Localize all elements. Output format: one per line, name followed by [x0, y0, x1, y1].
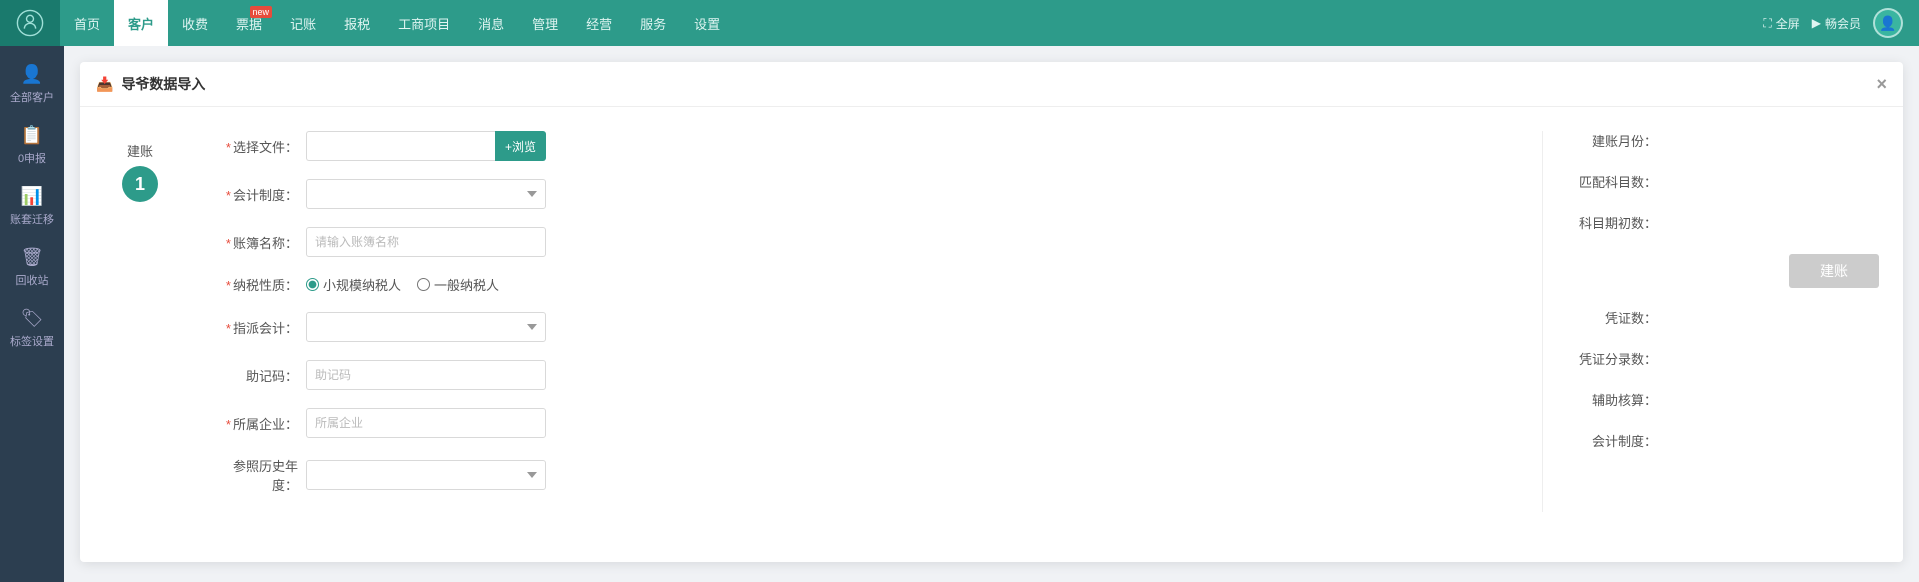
form-row-company: *所属企业：: [216, 408, 1526, 438]
accounting-system-select[interactable]: [306, 179, 546, 209]
right-panel: 建账月份： 匹配科目数： 科目期初数： 建账: [1543, 131, 1903, 512]
vip-icon: ▶: [1812, 16, 1821, 30]
import-icon: 📥: [96, 76, 113, 93]
form-row-history: 参照历史年度：: [216, 456, 1526, 494]
sidebar: 👤 全部客户 📋 0申报 📊 账套迁移 🗑 回收站 🏷 标签设置: [0, 46, 64, 582]
accountant-label: *指派会计：: [216, 318, 306, 337]
ledger-label: *账簿名称：: [216, 233, 306, 252]
nav-item-invoice[interactable]: 票据 new: [222, 0, 276, 46]
top-nav: 首页 客户 收费 票据 new 记账 报税 工商项目 消息 管理 经营 服务 设…: [0, 0, 1919, 46]
info-row-accounting-system: 会计制度：: [1567, 431, 1879, 450]
accounting-label: *会计制度：: [216, 185, 306, 204]
dialog-header-left: 📥 导爷数据导入: [96, 74, 205, 94]
main-layout: 👤 全部客户 📋 0申报 📊 账套迁移 🗑 回收站 🏷 标签设置 📥: [0, 46, 1919, 582]
file-input-group: +浏览: [306, 131, 546, 161]
nav-item-settings[interactable]: 设置: [680, 0, 734, 46]
step-circle: 1: [122, 166, 158, 202]
nav-item-tax[interactable]: 报税: [330, 0, 384, 46]
info-row-subjects: 匹配科目数：: [1567, 172, 1879, 191]
form-row-file: *选择文件： +浏览: [216, 131, 1526, 161]
dialog-title: 导爷数据导入: [121, 74, 205, 94]
build-btn-wrapper: 建账: [1567, 254, 1879, 288]
info-row-initial: 科目期初数：: [1567, 213, 1879, 232]
nav-right: ⛶ 全屏 ▶ 畅会员 👤: [1763, 8, 1919, 38]
new-badge: new: [250, 6, 273, 18]
form-row-accountant: *指派会计：: [216, 312, 1526, 342]
file-label: *选择文件：: [216, 137, 306, 156]
radio-general-taxpayer[interactable]: 一般纳税人: [417, 275, 499, 294]
browse-button[interactable]: +浏览: [495, 131, 546, 161]
step-area: 建账 1: [80, 131, 200, 512]
nav-item-message[interactable]: 消息: [464, 0, 518, 46]
company-input[interactable]: [306, 408, 546, 438]
fullscreen-btn[interactable]: ⛶ 全屏: [1763, 15, 1799, 32]
step-label: 建账: [127, 141, 153, 160]
tax-label: *纳税性质：: [216, 275, 306, 294]
info-row-voucher-entries: 凭证分录数：: [1567, 349, 1879, 368]
dialog-body: 建账 1 *选择文件： +浏览: [80, 107, 1903, 536]
nav-item-manage[interactable]: 管理: [518, 0, 572, 46]
info-row-month: 建账月份：: [1567, 131, 1879, 150]
content-area: 📥 导爷数据导入 × 建账 1 *选择文件：: [64, 46, 1919, 582]
avatar[interactable]: 👤: [1873, 8, 1903, 38]
form-area: *选择文件： +浏览 *会计制度：: [200, 131, 1543, 512]
sidebar-item-all-customers[interactable]: 👤 全部客户: [0, 54, 64, 115]
nav-item-ledger[interactable]: 记账: [276, 0, 330, 46]
sidebar-item-migrate[interactable]: 📊 账套迁移: [0, 176, 64, 237]
company-label: *所属企业：: [216, 414, 306, 433]
fullscreen-icon: ⛶: [1763, 16, 1771, 31]
nav-item-service[interactable]: 服务: [626, 0, 680, 46]
accountant-select[interactable]: [306, 312, 546, 342]
tag-icon: 🏷: [21, 308, 44, 329]
close-button[interactable]: ×: [1876, 75, 1887, 93]
dialog-panel: 📥 导爷数据导入 × 建账 1 *选择文件：: [80, 62, 1903, 562]
info-row-voucher: 凭证数：: [1567, 308, 1879, 327]
dialog-header: 📥 导爷数据导入 ×: [80, 62, 1903, 107]
nav-item-home[interactable]: 首页: [60, 0, 114, 46]
recycle-icon: 🗑: [21, 247, 44, 268]
customer-icon: 👤: [21, 64, 43, 85]
migrate-icon: 📊: [21, 186, 43, 207]
tax-radio-group: 小规模纳税人 一般纳税人: [306, 275, 1526, 294]
nav-item-customer[interactable]: 客户: [114, 0, 168, 46]
ledger-name-input[interactable]: [306, 227, 546, 257]
sidebar-item-zero-declare[interactable]: 📋 0申报: [0, 115, 64, 176]
nav-items: 首页 客户 收费 票据 new 记账 报税 工商项目 消息 管理 经营 服务 设…: [60, 0, 1763, 46]
nav-item-business[interactable]: 工商项目: [384, 0, 464, 46]
nav-item-operation[interactable]: 经营: [572, 0, 626, 46]
info-row-auxiliary: 辅助核算：: [1567, 390, 1879, 409]
form-row-ledger: *账簿名称：: [216, 227, 1526, 257]
nav-item-fee[interactable]: 收费: [168, 0, 222, 46]
memo-code-input[interactable]: [306, 360, 546, 390]
vip-btn[interactable]: ▶ 畅会员: [1812, 15, 1861, 32]
memo-label: 助记码：: [216, 366, 306, 385]
radio-small-taxpayer[interactable]: 小规模纳税人: [306, 275, 401, 294]
declare-icon: 📋: [21, 125, 43, 146]
build-account-button[interactable]: 建账: [1789, 254, 1879, 288]
file-input[interactable]: [306, 131, 495, 161]
form-row-memo: 助记码：: [216, 360, 1526, 390]
info-section: 建账月份： 匹配科目数： 科目期初数： 建账: [1567, 131, 1879, 512]
history-label: 参照历史年度：: [216, 456, 306, 494]
form-row-tax: *纳税性质： 小规模纳税人 一般纳税人: [216, 275, 1526, 294]
history-year-select[interactable]: [306, 460, 546, 490]
sidebar-item-tags[interactable]: 🏷 标签设置: [0, 298, 64, 359]
sidebar-item-recycle[interactable]: 🗑 回收站: [0, 237, 64, 298]
logo: [0, 0, 60, 46]
form-row-accounting: *会计制度：: [216, 179, 1526, 209]
